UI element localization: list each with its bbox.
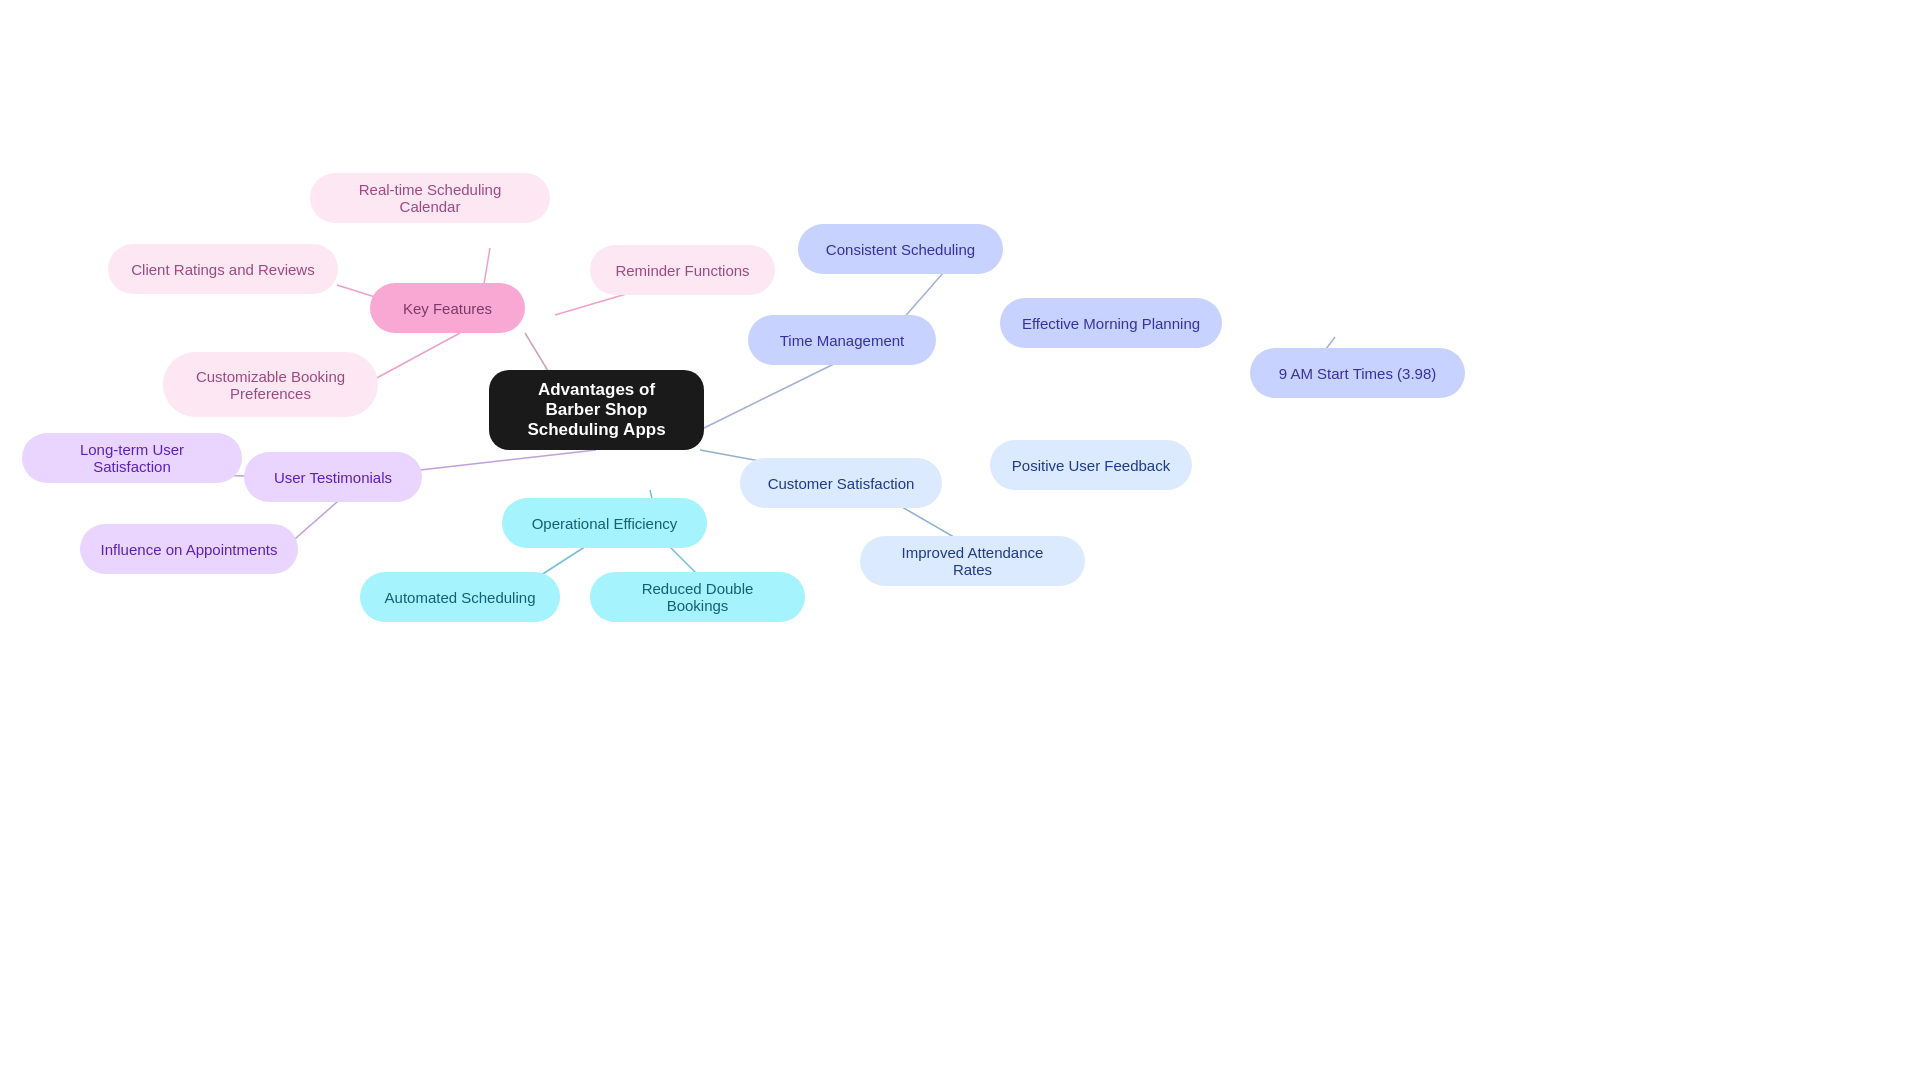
svg-line-4 bbox=[373, 333, 460, 380]
automated-scheduling-node: Automated Scheduling bbox=[360, 572, 560, 622]
time-management-node: Time Management bbox=[748, 315, 936, 365]
user-testimonials-node: User Testimonials bbox=[244, 452, 422, 502]
reduced-double-node: Reduced Double Bookings bbox=[590, 572, 805, 622]
consistent-scheduling-node: Consistent Scheduling bbox=[798, 224, 1003, 274]
customer-satisfaction-node: Customer Satisfaction bbox=[740, 458, 942, 508]
operational-efficiency-node: Operational Efficiency bbox=[502, 498, 707, 548]
client-ratings-node: Client Ratings and Reviews bbox=[108, 244, 338, 294]
center-node: Advantages of Barber Shop Scheduling App… bbox=[489, 370, 704, 450]
longterm-node: Long-term User Satisfaction bbox=[22, 433, 242, 483]
positive-user-node: Positive User Feedback bbox=[990, 440, 1192, 490]
svg-line-5 bbox=[420, 450, 596, 470]
svg-line-7 bbox=[288, 495, 345, 545]
nine-am-node: 9 AM Start Times (3.98) bbox=[1250, 348, 1465, 398]
reminder-node: Reminder Functions bbox=[590, 245, 775, 295]
svg-line-8 bbox=[700, 361, 840, 430]
realtime-node: Real-time Scheduling Calendar bbox=[310, 173, 550, 223]
key-features-node: Key Features bbox=[370, 283, 525, 333]
improved-attendance-node: Improved Attendance Rates bbox=[860, 536, 1085, 586]
influence-node: Influence on Appointments bbox=[80, 524, 298, 574]
effective-morning-node: Effective Morning Planning bbox=[1000, 298, 1222, 348]
customizable-node: Customizable Booking Preferences bbox=[163, 352, 378, 417]
